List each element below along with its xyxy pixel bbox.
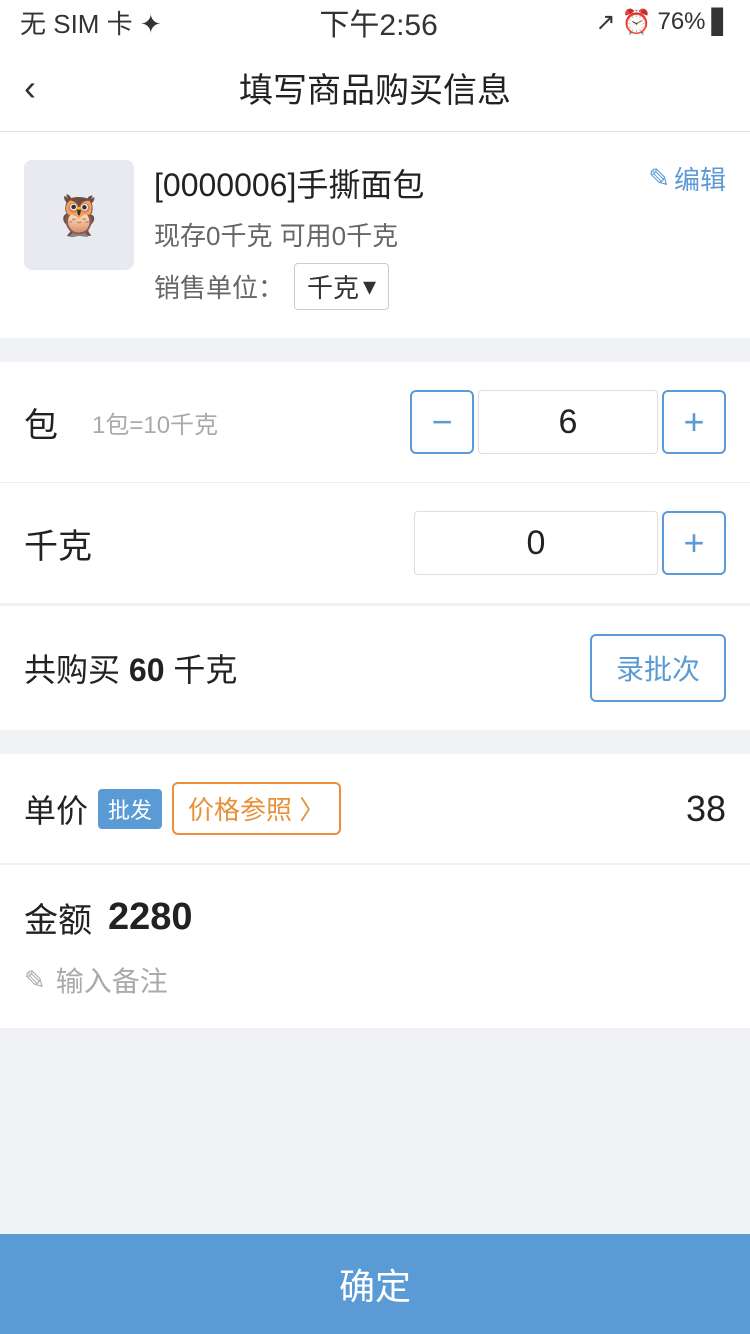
price-ref-button[interactable]: 价格参照 〉 bbox=[172, 782, 341, 835]
kilogram-plus-button[interactable]: + bbox=[662, 511, 726, 575]
total-unit: 千克 bbox=[173, 652, 237, 688]
amount-value: 2280 bbox=[108, 896, 193, 939]
kilogram-stepper: + bbox=[414, 511, 726, 575]
remark-text: 输入备注 bbox=[56, 960, 168, 1000]
total-row: 共购买 60 千克 录批次 bbox=[0, 606, 750, 730]
kilogram-row: 千克 + bbox=[0, 483, 750, 604]
dropdown-icon: ▾ bbox=[363, 271, 376, 302]
alarm-icon: ⏰ bbox=[622, 8, 652, 37]
product-stock: 现存0千克 可用0千克 bbox=[154, 216, 726, 253]
kilogram-input[interactable] bbox=[414, 511, 658, 575]
nav-bar: ‹ 填写商品购买信息 bbox=[0, 44, 750, 132]
package-input-section: 包 1包=10千克 − + 千克 + bbox=[0, 362, 750, 604]
total-prefix: 共购买 bbox=[24, 652, 120, 688]
product-unit-row: 销售单位： 千克 ▾ bbox=[154, 263, 726, 310]
package-plus-button[interactable]: + bbox=[662, 390, 726, 454]
kilogram-label: 千克 bbox=[24, 519, 92, 568]
remark-row[interactable]: ✎ 输入备注 bbox=[24, 960, 726, 1000]
separator-1 bbox=[0, 350, 750, 362]
product-info: [0000006]手撕面包 ✎ 编辑 现存0千克 可用0千克 销售单位： 千克 … bbox=[154, 160, 726, 310]
confirm-button[interactable]: 确定 bbox=[0, 1234, 750, 1334]
unit-select[interactable]: 千克 ▾ bbox=[294, 263, 389, 310]
product-image: 🦉 bbox=[24, 160, 134, 270]
status-right: ↗ ⏰ 76% ▋ bbox=[595, 8, 730, 37]
package-sublabel: 1包=10千克 bbox=[92, 405, 218, 440]
battery-text: 76% bbox=[657, 8, 705, 36]
back-button[interactable]: ‹ bbox=[24, 67, 36, 109]
status-sim: 无 SIM 卡 ✦ bbox=[20, 4, 162, 41]
price-label: 单价 bbox=[24, 786, 88, 832]
separator-2 bbox=[0, 742, 750, 754]
status-time: 下午2:56 bbox=[319, 0, 437, 44]
content-body bbox=[0, 1030, 750, 1234]
product-header-row: [0000006]手撕面包 ✎ 编辑 bbox=[154, 160, 726, 216]
unit-label: 销售单位： bbox=[154, 268, 284, 305]
price-section: 单价 批发 价格参照 〉 38 bbox=[0, 754, 750, 863]
battery-icon: ▋ bbox=[712, 8, 730, 37]
total-quantity: 60 bbox=[129, 652, 165, 688]
edit-label: 编辑 bbox=[674, 160, 726, 197]
package-input[interactable] bbox=[478, 390, 658, 454]
product-card: 🦉 [0000006]手撕面包 ✎ 编辑 现存0千克 可用0千克 销售单位： 千… bbox=[0, 132, 750, 338]
price-tag: 批发 bbox=[98, 789, 162, 829]
package-label: 包 bbox=[24, 398, 84, 447]
page-title: 填写商品购买信息 bbox=[239, 63, 511, 112]
product-name: [0000006]手撕面包 bbox=[154, 160, 424, 206]
location-icon: ↗ bbox=[595, 8, 615, 37]
edit-button[interactable]: ✎ 编辑 bbox=[648, 160, 726, 197]
package-minus-button[interactable]: − bbox=[410, 390, 474, 454]
status-bar: 无 SIM 卡 ✦ 下午2:56 ↗ ⏰ 76% ▋ bbox=[0, 0, 750, 44]
product-logo: 🦉 bbox=[54, 192, 104, 239]
price-value: 38 bbox=[686, 788, 726, 830]
unit-value: 千克 bbox=[307, 268, 359, 305]
amount-row: 金额 2280 bbox=[24, 893, 726, 942]
edit-icon: ✎ bbox=[648, 163, 670, 194]
package-row: 包 1包=10千克 − + bbox=[0, 362, 750, 483]
amount-label: 金额 bbox=[24, 893, 92, 942]
total-text: 共购买 60 千克 bbox=[24, 645, 237, 691]
amount-section: 金额 2280 ✎ 输入备注 bbox=[0, 865, 750, 1028]
remark-icon: ✎ bbox=[24, 965, 46, 996]
record-batch-button[interactable]: 录批次 bbox=[590, 634, 726, 702]
package-stepper: − + bbox=[410, 390, 726, 454]
confirm-button-label: 确定 bbox=[339, 1258, 411, 1310]
